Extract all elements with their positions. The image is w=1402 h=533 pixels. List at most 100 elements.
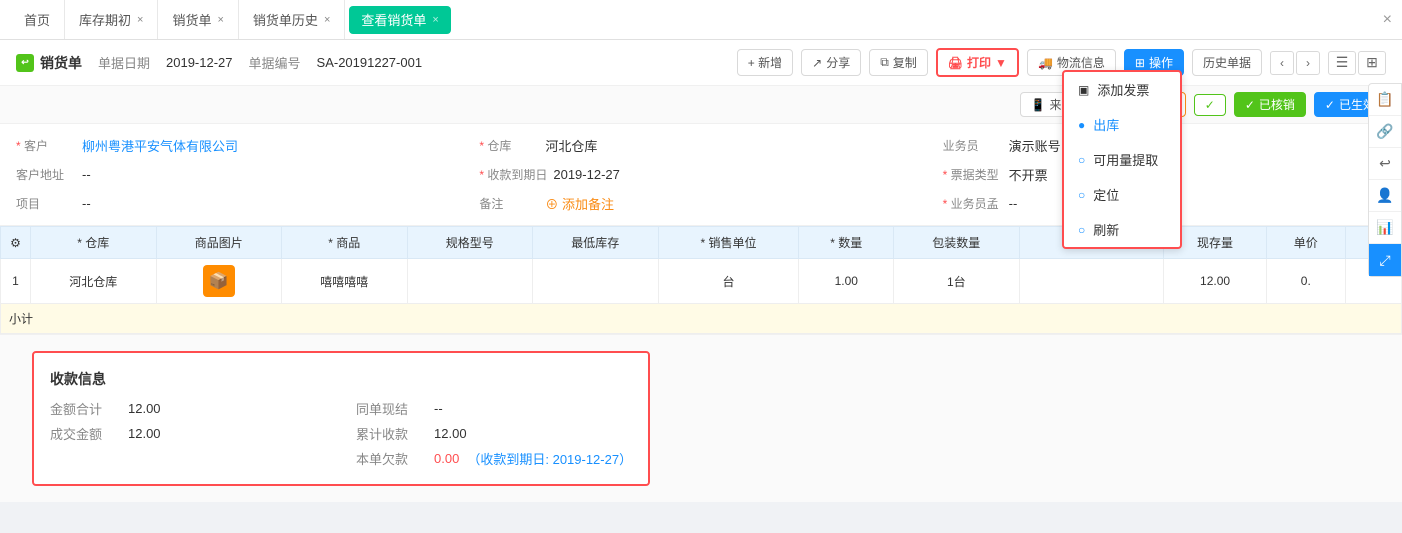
print-icon: 🖨 (948, 56, 963, 70)
row-pkg-qty: 1台 (894, 259, 1020, 304)
truck-icon: 🚚 (1038, 56, 1053, 70)
tab-sales[interactable]: 销货单 × (158, 0, 238, 39)
dropdown-item-locate[interactable]: ○ 定位 (1064, 177, 1180, 212)
row-min-stock (533, 259, 659, 304)
sidebar-icon-user[interactable]: 👤 (1369, 180, 1401, 212)
customer-label: 客户 (16, 137, 76, 154)
refresh-icon: ○ (1078, 223, 1085, 237)
doc-type-icon: ↩ (16, 54, 34, 72)
doc-container: ↩ 销货单 单据日期 2019-12-27 单据编号 SA-20191227-0… (0, 40, 1402, 502)
share-icon: ↗ (812, 56, 822, 70)
col-settings[interactable]: ⚙ (1, 227, 31, 259)
sidebar-icon-return[interactable]: ↩ (1369, 148, 1401, 180)
amount-total-value: 12.00 (128, 401, 161, 416)
effective-icon: ✓ (1325, 98, 1335, 112)
due-date-value: 2019-12-27 (553, 167, 620, 182)
dropdown-item-outbound[interactable]: ● 出库 (1064, 107, 1180, 142)
amount-total-label: 金额合计 (50, 399, 120, 418)
project-field: 项目 -- (16, 194, 459, 213)
product-table: ⚙ * 仓库 商品图片 * 商品 规格型号 最低库存 * 销售单位 * 数量 包… (0, 226, 1402, 334)
due-date-label: 收款到期日 (479, 166, 547, 183)
outbound-icon: ● (1078, 118, 1085, 132)
row-current-stock: 12.00 (1164, 259, 1266, 304)
history-button[interactable]: 历史单据 (1192, 49, 1262, 76)
nav-arrows: ‹ › (1270, 51, 1320, 75)
tab-close-sales[interactable]: × (217, 14, 223, 26)
address-field: 客户地址 -- (16, 165, 459, 184)
note-label: 备注 (479, 195, 539, 212)
tab-close-sales-history[interactable]: × (324, 14, 330, 26)
project-value: -- (82, 196, 91, 211)
sidebar-icon-link[interactable]: 🔗 (1369, 116, 1401, 148)
check-icon: ✓ (1205, 98, 1215, 112)
customer-value[interactable]: 柳州粤港平安气体有限公司 (82, 136, 238, 155)
address-label: 客户地址 (16, 166, 76, 183)
cancelled-button[interactable]: ✓ 已核销 (1234, 92, 1306, 117)
row-quantity: 1.00 (799, 259, 894, 304)
col-image: 商品图片 (156, 227, 282, 259)
share-button[interactable]: ↗ 分享 (801, 49, 861, 76)
right-sidebar: 📋 🔗 ↩ 👤 📊 ⤢ (1368, 83, 1402, 277)
cumulative-receipt-row: 累计收款 12.00 (356, 424, 632, 443)
ops-icon: ⊞ (1135, 56, 1145, 70)
tab-view-sales[interactable]: 查看销货单 × (349, 6, 450, 34)
tab-bar: 首页 库存期初 × 销货单 × 销货单历史 × 查看销货单 × × (0, 0, 1402, 40)
subtotal-label: 小计 (1, 304, 1402, 334)
col-product: * 商品 (282, 227, 408, 259)
col-price: 单价 (1266, 227, 1345, 259)
transaction-amount-row: 成交金额 12.00 (50, 424, 326, 443)
staff-value: 演示账号 (1009, 136, 1061, 155)
sidebar-icon-clipboard[interactable]: 📋 (1369, 84, 1401, 116)
salesperson-label: 业务员孟 (943, 195, 1003, 212)
next-arrow[interactable]: › (1296, 51, 1320, 75)
tab-close-view-sales[interactable]: × (432, 14, 438, 26)
tab-sales-history[interactable]: 销货单历史 × (239, 0, 345, 39)
sidebar-icon-expand[interactable]: ⤢ (1369, 244, 1401, 276)
add-note-button[interactable]: ⊕ 添加备注 (545, 194, 614, 213)
invoice-type-value: 不开票 (1009, 165, 1048, 184)
dropdown-item-available-qty[interactable]: ○ 可用量提取 (1064, 142, 1180, 177)
same-order-value: -- (434, 401, 443, 416)
prev-arrow[interactable]: ‹ (1270, 51, 1294, 75)
new-button[interactable]: + 新增 (737, 49, 793, 76)
view-btns: ☰ ⊞ (1328, 51, 1386, 75)
copy-button[interactable]: ⧉ 复制 (869, 49, 928, 76)
form-section: 客户 柳州粤港平安气体有限公司 仓库 河北仓库 业务员 演示账号 客户地址 --… (0, 124, 1402, 226)
check-button[interactable]: ✓ (1194, 94, 1226, 116)
col-spec: 规格型号 (407, 227, 533, 259)
main-close-button[interactable]: × (1383, 11, 1392, 29)
salesperson-value: -- (1009, 196, 1018, 211)
dropdown-item-refresh[interactable]: ○ 刷新 (1064, 212, 1180, 247)
current-due-row: 本单欠款 0.00 （收款到期日: 2019-12-27） (356, 449, 632, 468)
address-value: -- (82, 167, 91, 182)
print-button[interactable]: 🖨 打印 ▼ (936, 48, 1019, 77)
tab-home[interactable]: 首页 (10, 0, 65, 39)
row-available (1019, 259, 1164, 304)
payment-grid: 金额合计 12.00 同单现结 -- 成交金额 12.00 累计收款 12.00… (50, 399, 632, 468)
due-date-field: 收款到期日 2019-12-27 (479, 165, 922, 184)
row-unit: 台 (658, 259, 799, 304)
cumulative-receipt-label: 累计收款 (356, 424, 426, 443)
same-order-label: 同单现结 (356, 399, 426, 418)
sidebar-icon-chart[interactable]: 📊 (1369, 212, 1401, 244)
row-spec (407, 259, 533, 304)
phone-icon: 📱 (1031, 98, 1046, 112)
list-view-btn[interactable]: ☰ (1328, 51, 1356, 75)
locate-icon: ○ (1078, 188, 1085, 202)
table-row: 1 河北仓库 📦 嘻嘻嘻嘻 台 1.00 1台 12.00 0. (1, 259, 1402, 304)
doc-title: ↩ 销货单 (16, 53, 82, 73)
row-index: 1 (1, 259, 31, 304)
grid-view-btn[interactable]: ⊞ (1358, 51, 1386, 75)
warehouse-field: 仓库 河北仓库 (479, 136, 922, 155)
invoice-type-label: 票据类型 (943, 166, 1003, 183)
payment-section: 收款信息 金额合计 12.00 同单现结 -- 成交金额 12.00 累计收款 … (32, 351, 650, 486)
tab-close-inventory[interactable]: × (137, 14, 143, 26)
add-invoice-icon: ▣ (1078, 83, 1089, 97)
current-due-label: 本单欠款 (356, 449, 426, 468)
col-quantity: * 数量 (799, 227, 894, 259)
staff-label: 业务员 (943, 137, 1003, 154)
doc-header: ↩ 销货单 单据日期 2019-12-27 单据编号 SA-20191227-0… (0, 40, 1402, 86)
dropdown-item-add-invoice[interactable]: ▣ 添加发票 (1064, 72, 1180, 107)
cancel-icon: ✓ (1245, 98, 1255, 112)
tab-inventory[interactable]: 库存期初 × (65, 0, 158, 39)
